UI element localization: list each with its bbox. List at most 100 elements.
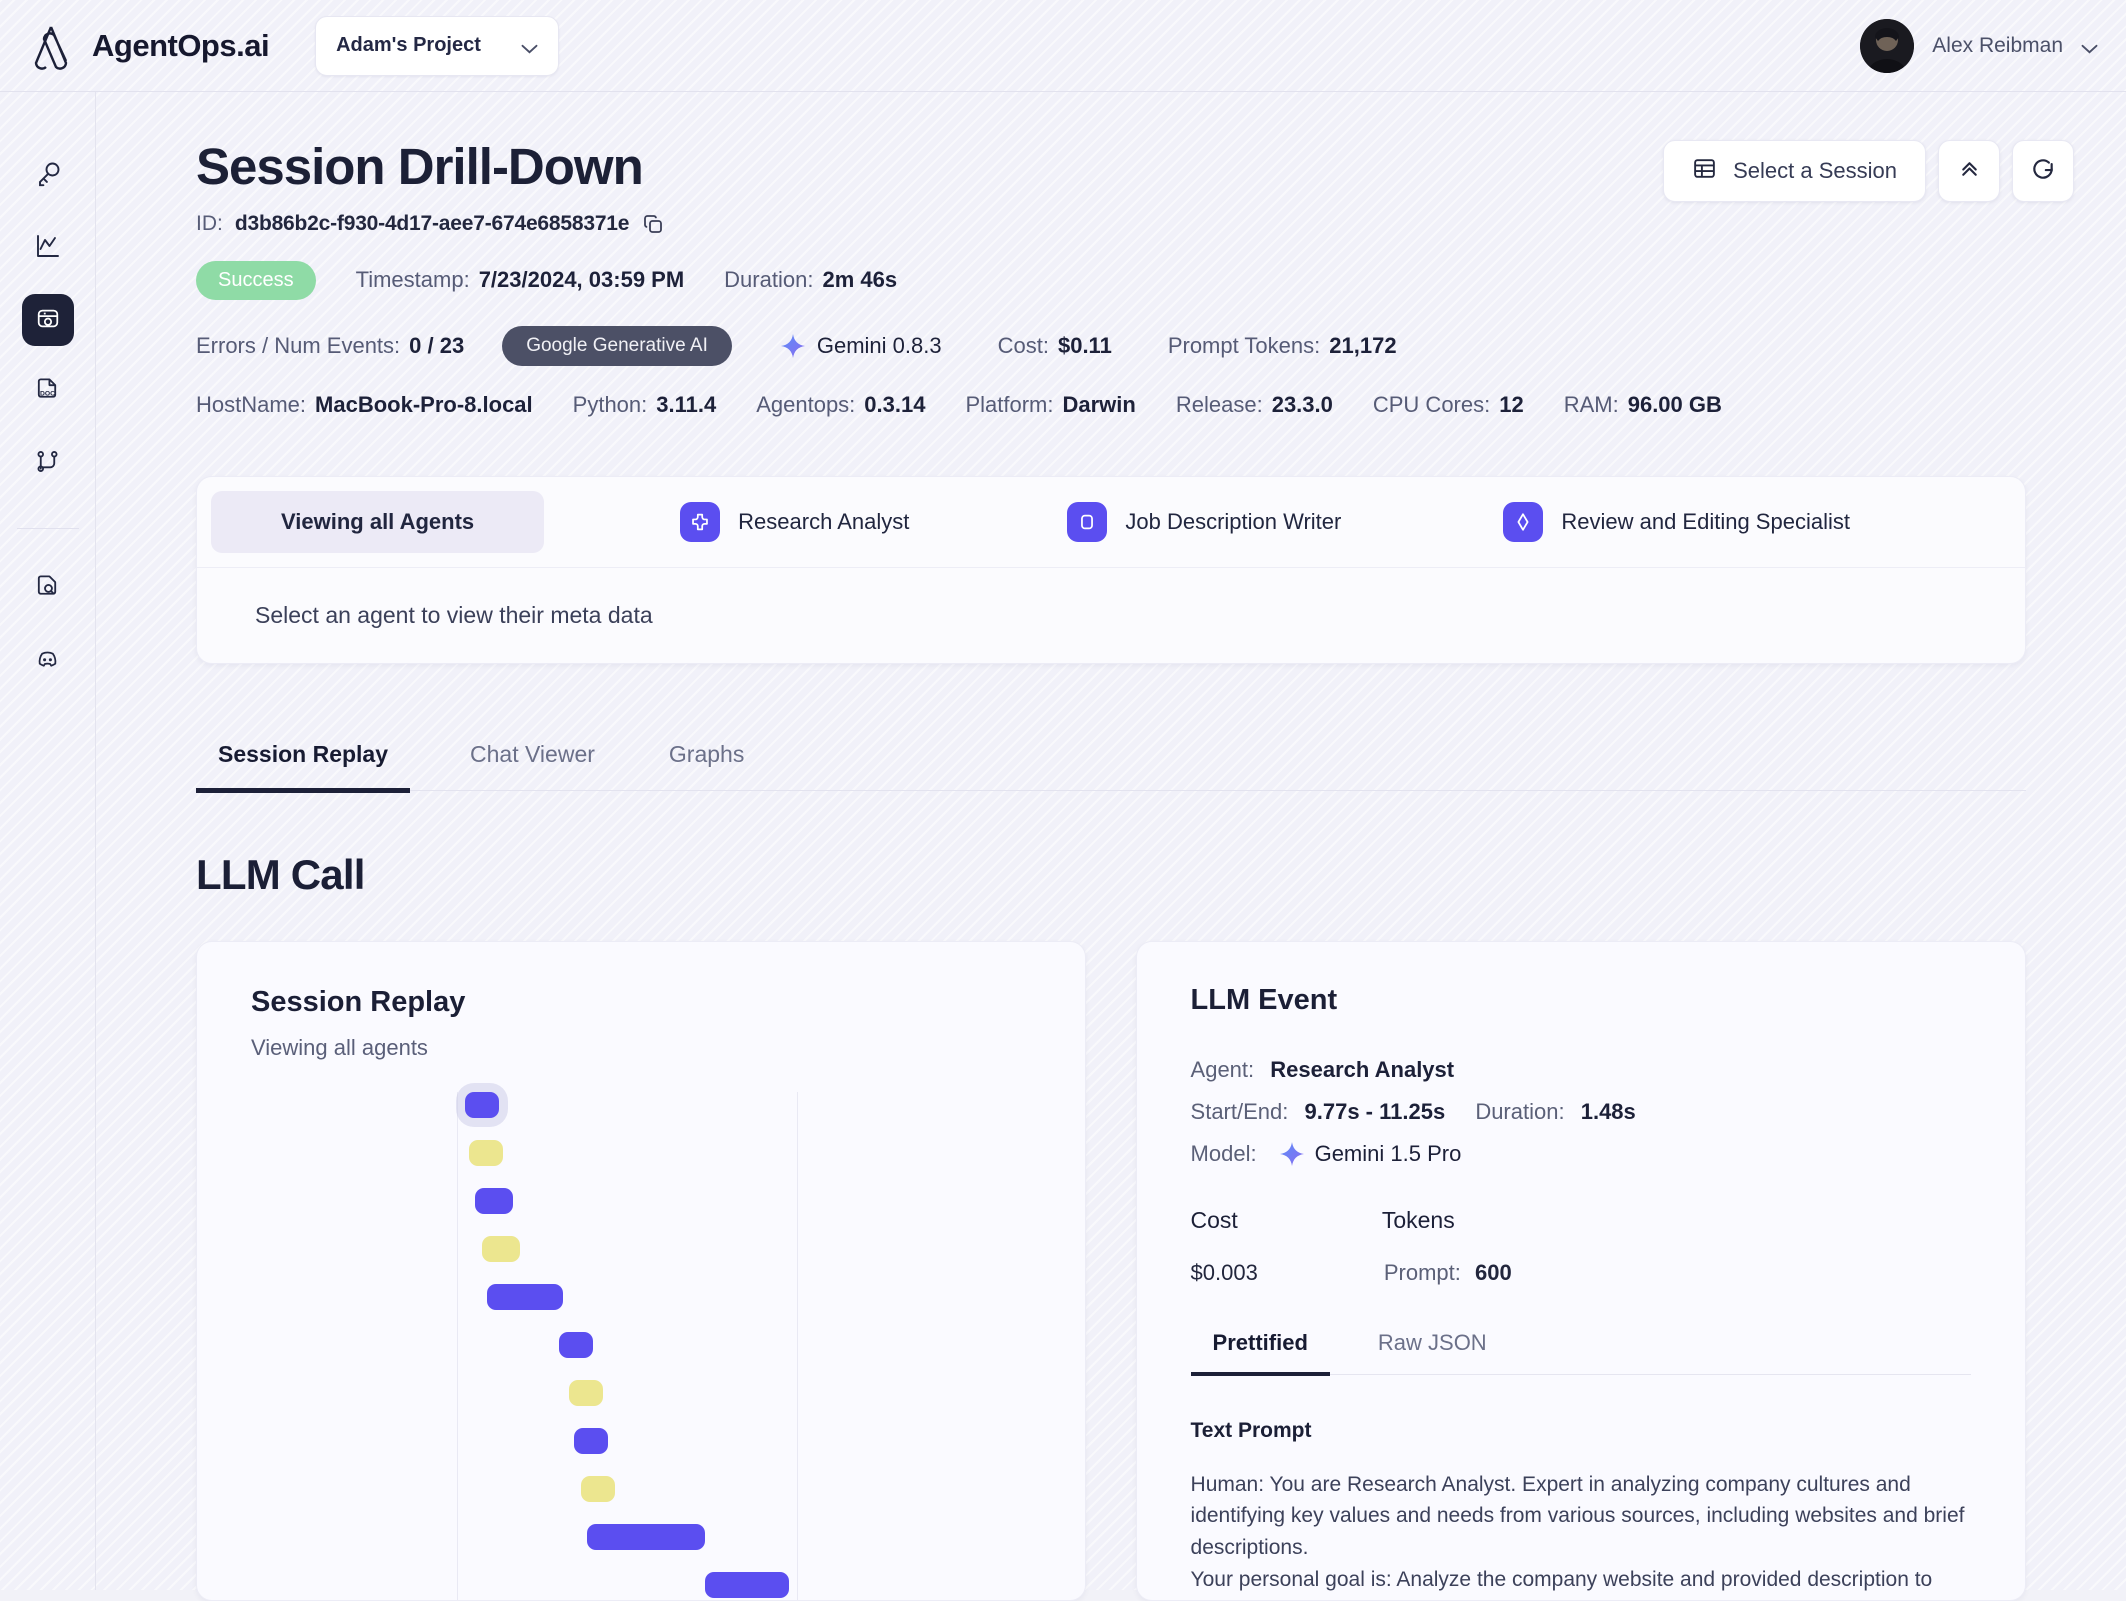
meta-row-1: Success Timestamp: 7/23/2024, 03:59 PM D… <box>196 260 2074 300</box>
gantt-bar[interactable] <box>587 1523 705 1550</box>
sidebar-item-sessions[interactable] <box>21 294 74 346</box>
hostname-value: MacBook-Pro-8.local <box>315 391 533 417</box>
brand[interactable]: AgentOps.ai <box>26 21 270 71</box>
prompt-tokens-value: 600 <box>1474 1259 1512 1285</box>
collapse-button[interactable] <box>1938 140 2000 202</box>
gantt-bar[interactable] <box>487 1283 563 1310</box>
release-label: Release: <box>1175 391 1263 417</box>
session-replay-title: Session Replay <box>251 985 466 1018</box>
agent-tab-research-analyst-label: Research Analyst <box>738 508 910 534</box>
tab-raw-json[interactable]: Raw JSON <box>1356 1330 1509 1376</box>
gantt-bar[interactable] <box>559 1331 593 1358</box>
tokens-header: Tokens <box>1381 1206 1455 1233</box>
select-session-button[interactable]: Select a Session <box>1663 140 1926 202</box>
refresh-button[interactable] <box>2012 140 2074 202</box>
status-badge: Success <box>196 260 316 300</box>
session-robot-icon <box>35 305 61 336</box>
tab-session-replay[interactable]: Session Replay <box>196 740 411 793</box>
gantt-bar[interactable] <box>705 1571 789 1598</box>
tab-prettified[interactable]: Prettified <box>1190 1329 1330 1376</box>
agent-tab-job-description-writer[interactable]: Job Description Writer <box>1041 491 1367 553</box>
tokens-value-row: Prompt: 600 <box>1384 1260 1512 1286</box>
event-cost-tokens-headers: Cost Tokens <box>1191 1207 1971 1234</box>
prompt-tokens-value: 21,172 <box>1329 332 1397 358</box>
svg-text:DOC: DOC <box>40 390 55 397</box>
meta-row-3: HostName: MacBook-Pro-8.local Python: 3.… <box>196 392 2074 418</box>
brand-name: AgentOps.ai <box>92 27 270 63</box>
errors-label: Errors / Num Events: <box>196 332 401 358</box>
gantt-bar[interactable] <box>465 1091 499 1118</box>
sidebar-divider <box>16 528 79 529</box>
agent-tab-review-editing-specialist[interactable]: Review and Editing Specialist <box>1477 491 1876 553</box>
meta-row-2: Errors / Num Events: 0 / 23 Google Gener… <box>196 325 2074 366</box>
doc-search-icon <box>34 573 61 605</box>
chevron-down-icon <box>2081 41 2098 53</box>
sidebar-item-doc-search[interactable] <box>22 563 74 615</box>
ram-label: RAM: <box>1563 391 1619 417</box>
platform-label: Platform: <box>965 391 1054 417</box>
agentops-logo-icon <box>26 21 76 71</box>
gantt-bar[interactable] <box>469 1139 503 1166</box>
tab-graphs[interactable]: Graphs <box>647 741 766 793</box>
cpu-cores-value: 12 <box>1499 391 1524 417</box>
duration-label: Duration: <box>724 267 814 293</box>
gantt-bar[interactable] <box>482 1235 520 1262</box>
sidebar-item-docs[interactable]: DOC <box>22 366 74 418</box>
event-cost-tokens-values: $0.003 Prompt: 600 <box>1191 1260 1971 1286</box>
table-icon <box>1692 156 1717 186</box>
project-selector[interactable]: Adam's Project <box>315 15 560 76</box>
gemini-sparkle-icon <box>780 333 806 359</box>
tab-prettified-label: Prettified <box>1212 1329 1308 1355</box>
sidebar-item-api-keys[interactable] <box>22 150 74 202</box>
agent-tab-all-label: Viewing all Agents <box>281 508 475 534</box>
main-content: Select a Session Session Drill-Down ID: … <box>96 92 2126 1601</box>
session-replay-gantt-chart[interactable] <box>197 1091 1085 1600</box>
top-bar: AgentOps.ai Adam's Project Alex Reibman <box>0 0 2126 92</box>
agent-square-icon <box>1067 501 1108 542</box>
sidebar-item-discord[interactable] <box>22 635 74 687</box>
gantt-bar[interactable] <box>569 1379 603 1406</box>
tab-chat-viewer[interactable]: Chat Viewer <box>448 741 617 793</box>
event-agent-label: Agent: <box>1190 1056 1255 1082</box>
discord-icon <box>34 645 61 677</box>
tab-graphs-label: Graphs <box>668 740 745 767</box>
doc-file-icon: DOC <box>34 376 61 408</box>
agent-tab-research-analyst[interactable]: Research Analyst <box>654 491 935 553</box>
event-view-tabs: Prettified Raw JSON <box>1190 1328 1971 1376</box>
python-label: Python: <box>572 391 648 417</box>
agentops-label: Agentops: <box>756 391 856 417</box>
event-duration-value: 1.48s <box>1580 1098 1636 1124</box>
sidebar-item-flows[interactable] <box>22 438 74 490</box>
chevrons-up-icon <box>1957 156 1982 186</box>
tab-session-replay-label: Session Replay <box>218 740 389 767</box>
panels-row: Session Replay Viewing all agents LLM Ev… <box>196 940 2026 1601</box>
cost-value: $0.11 <box>1057 332 1112 358</box>
gantt-bar[interactable] <box>581 1475 615 1502</box>
gantt-bar[interactable] <box>475 1187 513 1214</box>
event-agent-row: Agent: Research Analyst <box>1191 1057 1971 1083</box>
prompt-tokens-label: Prompt: <box>1383 1259 1461 1285</box>
cost-value: $0.003 <box>1190 1259 1258 1285</box>
timestamp-label: Timestamp: <box>355 267 470 293</box>
prompt-tokens-label: Prompt Tokens: <box>1167 332 1321 358</box>
event-duration-label: Duration: <box>1475 1098 1565 1124</box>
copy-icon[interactable] <box>641 212 665 236</box>
agents-tab-strip: Viewing all Agents Research Analyst Job … <box>197 477 2025 567</box>
text-prompt-title: Text Prompt <box>1190 1418 1312 1442</box>
prompt-paragraph-2: Your personal goal is: Analyze the compa… <box>1190 1568 1933 1592</box>
cpu-cores-label: CPU Cores: <box>1372 391 1491 417</box>
user-menu[interactable]: Alex Reibman <box>1860 18 2098 73</box>
chevron-down-icon <box>521 41 538 53</box>
session-replay-panel: Session Replay Viewing all agents <box>196 940 1086 1601</box>
section-tabs: Session Replay Chat Viewer Graphs <box>196 738 2026 793</box>
header-block: Select a Session Session Drill-Down ID: … <box>96 92 2126 418</box>
sidebar-item-analytics[interactable] <box>22 222 74 274</box>
event-model-row: Model: Gemini 1.5 Pro <box>1191 1141 1971 1167</box>
event-startend-label: Start/End: <box>1190 1098 1289 1124</box>
agent-tab-all[interactable]: Viewing all Agents <box>211 490 545 553</box>
project-selector-label: Adam's Project <box>336 34 481 56</box>
gantt-bar[interactable] <box>574 1427 608 1454</box>
llm-event-title: LLM Event <box>1190 983 1338 1016</box>
cost-header: Cost <box>1190 1206 1238 1233</box>
analytics-chart-icon <box>34 232 62 265</box>
